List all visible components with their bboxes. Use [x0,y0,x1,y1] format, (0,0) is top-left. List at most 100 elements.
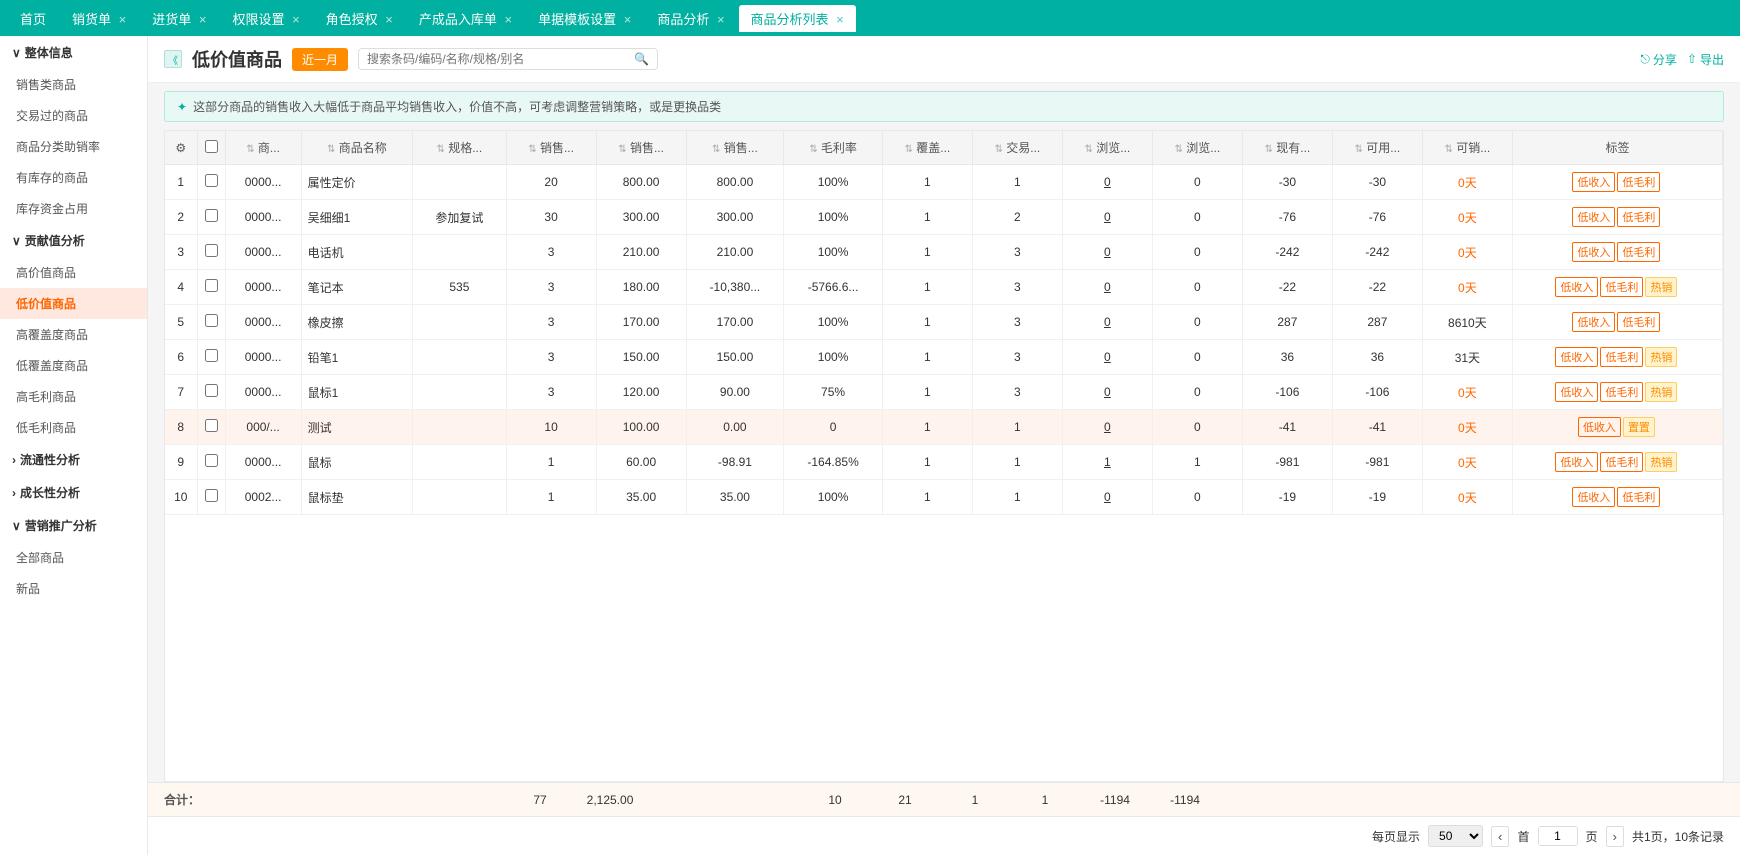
nav-purchase[interactable]: 进货单 × [140,5,218,32]
row-checkbox[interactable] [205,279,218,292]
chevron-right-icon: › [12,486,16,500]
cell-checkbox[interactable] [197,480,225,515]
col-transaction[interactable]: ⇅ 交易... [972,131,1062,165]
cell-view1[interactable]: 0 [1062,270,1152,305]
page-prefix: 首 [1517,828,1529,845]
cell-checkbox[interactable] [197,305,225,340]
view1-link[interactable]: 0 [1104,420,1111,434]
col-sales-amount[interactable]: ⇅ 销售... [686,131,784,165]
col-sellable[interactable]: ⇅ 可销... [1422,131,1512,165]
col-code[interactable]: ⇅ 商... [225,131,301,165]
col-view2[interactable]: ⇅ 浏览... [1152,131,1242,165]
col-available[interactable]: ⇅ 可用... [1332,131,1422,165]
view1-link[interactable]: 0 [1104,280,1111,294]
sidebar-group-circulation[interactable]: › 流通性分析 [0,443,147,476]
nav-role[interactable]: 角色授权 × [314,5,405,32]
nav-product-analysis-list[interactable]: 商品分析列表 × [739,5,856,32]
row-checkbox[interactable] [205,489,218,502]
cell-view1[interactable]: 0 [1062,340,1152,375]
row-checkbox[interactable] [205,174,218,187]
cell-checkbox[interactable] [197,410,225,445]
cell-coverage: 1 [882,235,972,270]
sidebar-item-low-margin[interactable]: 低毛利商品 [0,412,147,443]
sidebar-item-low-coverage[interactable]: 低覆盖度商品 [0,350,147,381]
col-gross-rate[interactable]: ⇅ 毛利率 [784,131,883,165]
sidebar-item-category-rate[interactable]: 商品分类助销率 [0,131,147,162]
cell-view1[interactable]: 0 [1062,200,1152,235]
sidebar-group-marketing[interactable]: ∨ 营销推广分析 [0,509,147,542]
view1-link[interactable]: 0 [1104,245,1111,259]
first-page-button[interactable]: ‹ [1491,826,1509,847]
row-checkbox[interactable] [205,454,218,467]
col-spec[interactable]: ⇅ 规格... [413,131,507,165]
cell-view1[interactable]: 0 [1062,165,1152,200]
sidebar-item-sales-products[interactable]: 销售类商品 [0,69,147,100]
nav-product-in[interactable]: 产成品入库单 × [407,5,524,32]
cell-checkbox[interactable] [197,375,225,410]
cell-view1[interactable]: 0 [1062,480,1152,515]
col-sales-price[interactable]: ⇅ 销售... [596,131,686,165]
row-checkbox[interactable] [205,384,218,397]
filter-period-button[interactable]: 近一月 [292,48,348,71]
view1-link[interactable]: 0 [1104,210,1111,224]
sidebar-item-inventory-products[interactable]: 有库存的商品 [0,162,147,193]
sidebar-item-all-products[interactable]: 全部商品 [0,542,147,573]
nav-sales[interactable]: 销货单 × [60,5,138,32]
sidebar-item-traded-products[interactable]: 交易过的商品 [0,100,147,131]
col-coverage[interactable]: ⇅ 覆盖... [882,131,972,165]
export-button[interactable]: ⇧ 导出 [1687,51,1724,68]
view1-link[interactable]: 1 [1104,455,1111,469]
cell-checkbox[interactable] [197,200,225,235]
cell-current: -22 [1242,270,1332,305]
row-checkbox[interactable] [205,314,218,327]
nav-template[interactable]: 单据模板设置 × [526,5,643,32]
col-sales-qty[interactable]: ⇅ 销售... [506,131,596,165]
cell-checkbox[interactable] [197,165,225,200]
view1-link[interactable]: 0 [1104,315,1111,329]
sidebar-item-high-value[interactable]: 高价值商品 [0,257,147,288]
col-view1[interactable]: ⇅ 浏览... [1062,131,1152,165]
cell-code: 0000... [225,165,301,200]
row-checkbox[interactable] [205,419,218,432]
sidebar-group-general[interactable]: ∨ 整体信息 [0,36,147,69]
page-size-select[interactable]: 50 100 200 [1428,825,1483,847]
nav-product-analysis[interactable]: 商品分析 × [645,5,736,32]
next-page-button[interactable]: › [1606,826,1624,847]
sidebar-item-high-margin[interactable]: 高毛利商品 [0,381,147,412]
cell-view1[interactable]: 0 [1062,375,1152,410]
cell-view1[interactable]: 0 [1062,235,1152,270]
cell-checkbox[interactable] [197,340,225,375]
nav-permission[interactable]: 权限设置 × [220,5,311,32]
cell-no: 6 [165,340,197,375]
cell-sales-amount: 170.00 [686,305,784,340]
nav-home[interactable]: 首页 [8,5,58,32]
select-all-checkbox[interactable] [205,140,218,153]
sidebar-item-low-value[interactable]: 低价值商品 [0,288,147,319]
cell-view1[interactable]: 1 [1062,445,1152,480]
cell-checkbox[interactable] [197,270,225,305]
search-input[interactable] [367,52,634,66]
cell-checkbox[interactable] [197,445,225,480]
view1-link[interactable]: 0 [1104,490,1111,504]
sidebar-item-new-products[interactable]: 新品 [0,573,147,604]
view1-link[interactable]: 0 [1104,350,1111,364]
share-button[interactable]: ⎋ 分享 [1640,51,1677,68]
cell-view1[interactable]: 0 [1062,305,1152,340]
col-settings[interactable]: ⚙ [165,131,197,165]
row-checkbox[interactable] [205,349,218,362]
cell-view1[interactable]: 0 [1062,410,1152,445]
sidebar-collapse-button[interactable]: 《 [164,50,182,68]
view1-link[interactable]: 0 [1104,175,1111,189]
sidebar-group-contribution[interactable]: ∨ 贡献值分析 [0,224,147,257]
row-checkbox[interactable] [205,209,218,222]
col-current[interactable]: ⇅ 现有... [1242,131,1332,165]
page-number-input[interactable] [1538,826,1578,846]
col-name[interactable]: ⇅ 商品名称 [301,131,412,165]
sidebar-group-growth[interactable]: › 成长性分析 [0,476,147,509]
cell-checkbox[interactable] [197,235,225,270]
row-checkbox[interactable] [205,244,218,257]
sidebar-item-high-coverage[interactable]: 高覆盖度商品 [0,319,147,350]
sidebar-item-inventory-fund[interactable]: 库存资金占用 [0,193,147,224]
search-icon[interactable]: 🔍 [634,52,649,66]
view1-link[interactable]: 0 [1104,385,1111,399]
